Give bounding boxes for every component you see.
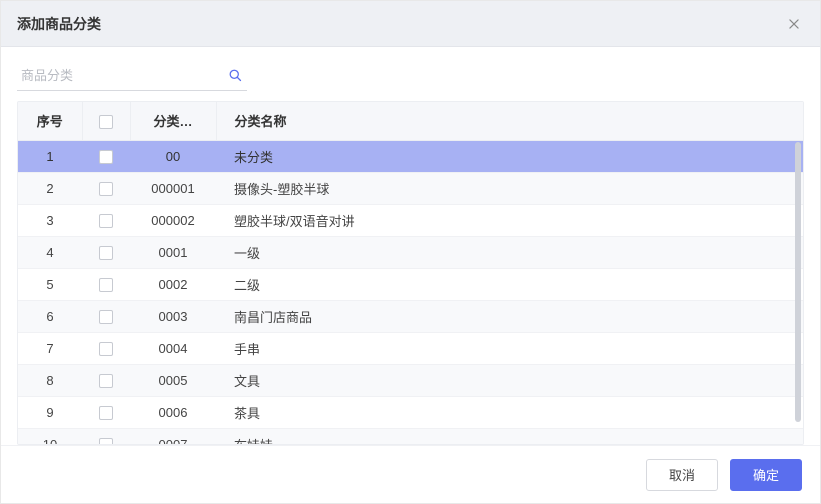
cell-name: 布娃娃 [216, 428, 803, 444]
cell-seq: 1 [18, 140, 82, 172]
cell-checkbox [82, 268, 130, 300]
table-row[interactable]: 5 0002二级 [18, 268, 803, 300]
cell-seq: 5 [18, 268, 82, 300]
table-row[interactable]: 4 0001一级 [18, 236, 803, 268]
table-row[interactable]: 10 0007布娃娃 [18, 428, 803, 444]
cell-seq: 10 [18, 428, 82, 444]
table-row[interactable]: 7 0004手串 [18, 332, 803, 364]
cell-name: 摄像头-塑胶半球 [216, 172, 803, 204]
table-row[interactable]: 3 000002塑胶半球/双语音对讲 [18, 204, 803, 236]
search-icon[interactable] [227, 67, 243, 83]
confirm-button[interactable]: 确定 [730, 459, 802, 491]
table-row[interactable]: 8 0005文具 [18, 364, 803, 396]
cell-name: 南昌门店商品 [216, 300, 803, 332]
cell-name: 未分类 [216, 140, 803, 172]
cell-code: 000001 [130, 172, 216, 204]
row-checkbox[interactable] [99, 214, 113, 228]
cell-code: 0006 [130, 396, 216, 428]
row-checkbox[interactable] [99, 150, 113, 164]
cell-name: 手串 [216, 332, 803, 364]
table-header-row: 序号 分类… 分类名称 [18, 102, 803, 140]
search-wrap [17, 61, 247, 91]
cell-name: 二级 [216, 268, 803, 300]
modal-body: 序号 分类… 分类名称 1 00未分类 2 000001摄像头-塑胶半球 3 000002… [1, 47, 820, 445]
header-checkbox [82, 102, 130, 140]
cell-seq: 3 [18, 204, 82, 236]
table-row[interactable]: 2 000001摄像头-塑胶半球 [18, 172, 803, 204]
header-code: 分类… [130, 102, 216, 140]
modal-title: 添加商品分类 [17, 14, 101, 34]
cell-name: 一级 [216, 236, 803, 268]
scrollbar[interactable] [795, 142, 801, 422]
cell-name: 文具 [216, 364, 803, 396]
row-checkbox[interactable] [99, 342, 113, 356]
cell-seq: 4 [18, 236, 82, 268]
select-all-checkbox[interactable] [99, 115, 113, 129]
cell-name: 塑胶半球/双语音对讲 [216, 204, 803, 236]
cell-checkbox [82, 300, 130, 332]
cell-seq: 7 [18, 332, 82, 364]
cancel-button[interactable]: 取消 [646, 459, 718, 491]
cell-seq: 9 [18, 396, 82, 428]
table-row[interactable]: 6 0003南昌门店商品 [18, 300, 803, 332]
row-checkbox[interactable] [99, 278, 113, 292]
cell-checkbox [82, 332, 130, 364]
header-seq: 序号 [18, 102, 82, 140]
cell-seq: 8 [18, 364, 82, 396]
cell-code: 0005 [130, 364, 216, 396]
close-icon [787, 17, 801, 31]
modal-footer: 取消 确定 [1, 445, 820, 503]
row-checkbox[interactable] [99, 310, 113, 324]
close-button[interactable] [784, 14, 804, 34]
search-input[interactable] [17, 61, 247, 91]
cell-code: 0004 [130, 332, 216, 364]
cell-checkbox [82, 364, 130, 396]
header-name: 分类名称 [216, 102, 803, 140]
cell-code: 0003 [130, 300, 216, 332]
cell-checkbox [82, 428, 130, 444]
table-row[interactable]: 1 00未分类 [18, 140, 803, 172]
add-category-modal: 添加商品分类 序号 分类… 分类名称 [0, 0, 821, 504]
row-checkbox[interactable] [99, 438, 113, 444]
category-table: 序号 分类… 分类名称 1 00未分类 2 000001摄像头-塑胶半球 3 000002… [17, 101, 804, 445]
row-checkbox[interactable] [99, 182, 113, 196]
cell-code: 000002 [130, 204, 216, 236]
row-checkbox[interactable] [99, 246, 113, 260]
cell-checkbox [82, 140, 130, 172]
row-checkbox[interactable] [99, 374, 113, 388]
cell-checkbox [82, 236, 130, 268]
cell-seq: 2 [18, 172, 82, 204]
cell-code: 0007 [130, 428, 216, 444]
cell-code: 0001 [130, 236, 216, 268]
table-row[interactable]: 9 0006茶具 [18, 396, 803, 428]
row-checkbox[interactable] [99, 406, 113, 420]
cell-code: 0002 [130, 268, 216, 300]
cell-name: 茶具 [216, 396, 803, 428]
cell-checkbox [82, 172, 130, 204]
modal-header: 添加商品分类 [1, 1, 820, 47]
cell-seq: 6 [18, 300, 82, 332]
cell-code: 00 [130, 140, 216, 172]
cell-checkbox [82, 204, 130, 236]
cell-checkbox [82, 396, 130, 428]
